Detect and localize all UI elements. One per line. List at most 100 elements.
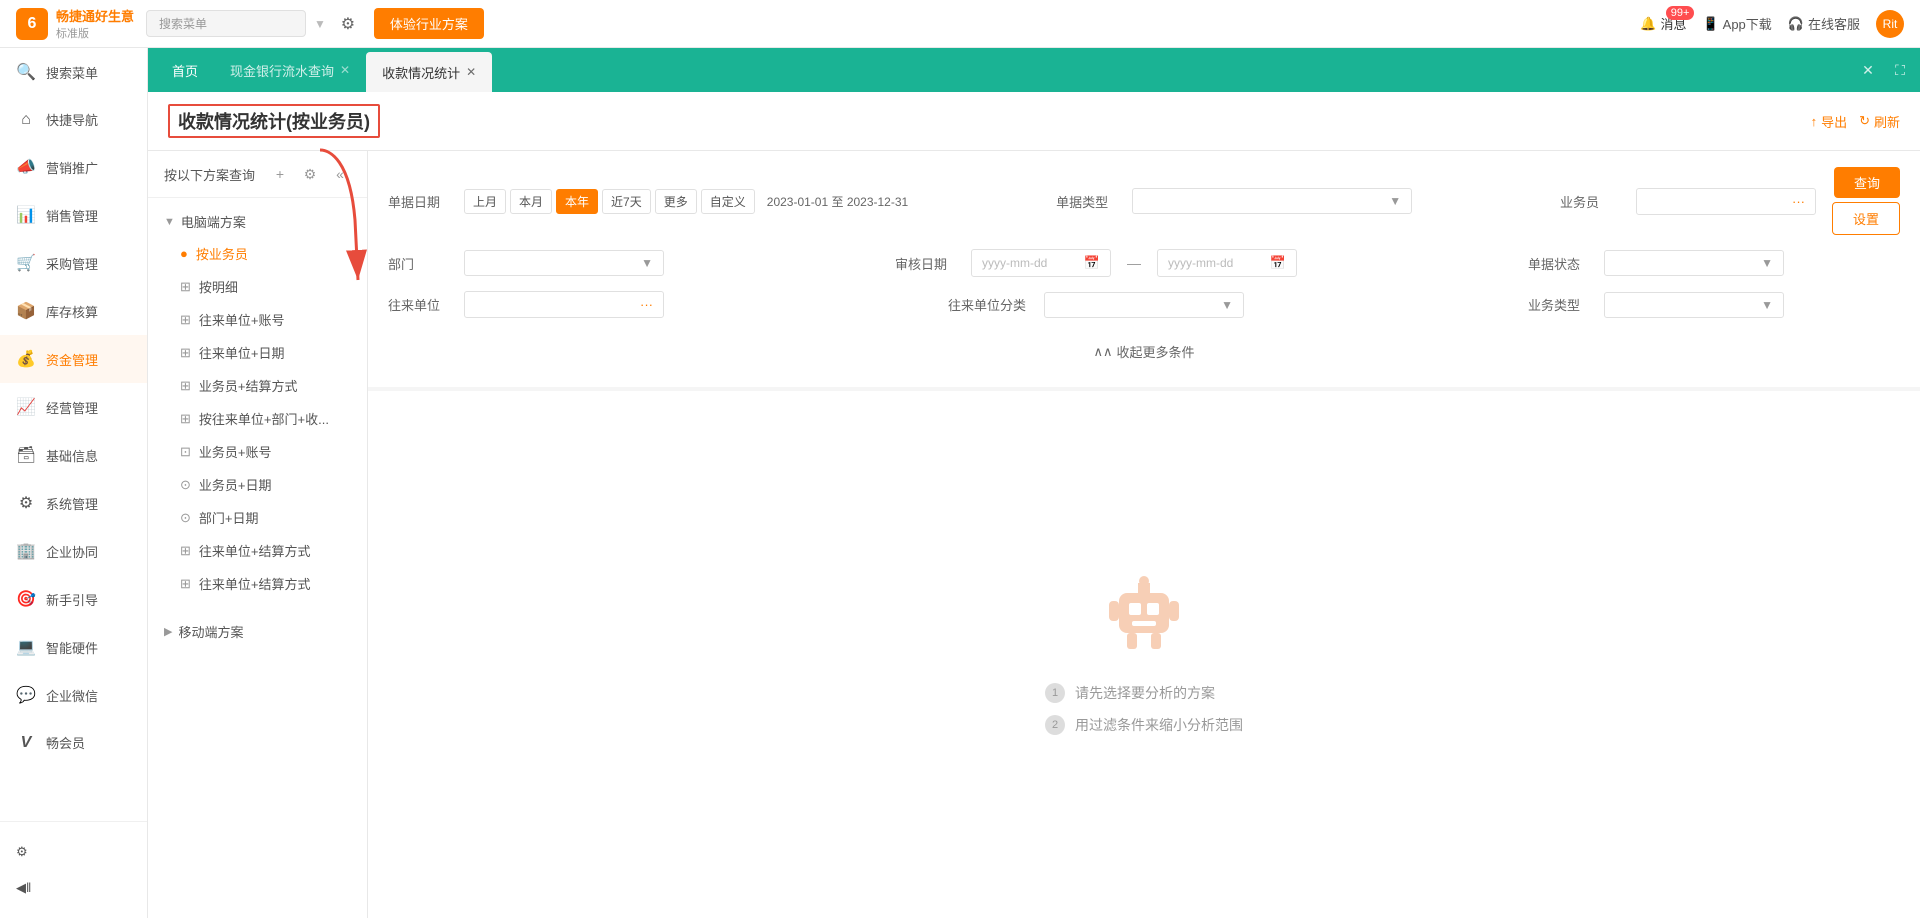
partner-category-select[interactable]: ▼ xyxy=(1044,292,1244,318)
tab-bank[interactable]: 现金银行流水查询 ✕ xyxy=(214,48,366,92)
top-header: 6 畅捷通好生意 标准版 搜索菜单 ▼ ⚙ 体验行业方案 🔔 消息 99+ 📱 … xyxy=(0,0,1920,48)
sidebar-item-basic[interactable]: 🗃 基础信息 xyxy=(0,431,147,479)
doc-status-select[interactable]: ▼ xyxy=(1604,250,1784,276)
trial-button[interactable]: 体验行业方案 xyxy=(374,8,484,39)
partner-select[interactable]: ··· xyxy=(464,291,664,318)
sidebar-item-system[interactable]: ⚙ 系统管理 xyxy=(0,479,147,527)
online-service-action[interactable]: 🎧 在线客服 xyxy=(1788,14,1860,33)
left-panel-title: 按以下方案查询 xyxy=(164,165,255,184)
export-btn[interactable]: ↑ 导出 xyxy=(1811,112,1848,131)
review-date-to[interactable]: yyyy-mm-dd 📅 xyxy=(1157,249,1297,277)
sidebar-label-enterprise: 企业协同 xyxy=(46,542,98,561)
scheme-salesperson-account[interactable]: ⊡ 业务员+账号 xyxy=(148,435,367,468)
date-btn-this-year[interactable]: 本年 xyxy=(556,189,598,214)
user-avatar[interactable]: Rit xyxy=(1876,10,1904,38)
tab-bank-close[interactable]: ✕ xyxy=(340,63,350,77)
close-window-btn[interactable]: ✕ xyxy=(1856,58,1880,82)
logo-area: 6 畅捷通好生意 标准版 xyxy=(16,6,134,41)
date-btn-7days[interactable]: 近7天 xyxy=(602,189,651,214)
salesperson-select[interactable]: ··· xyxy=(1636,188,1816,215)
date-btn-more[interactable]: 更多 xyxy=(655,189,697,214)
doc-type-select[interactable]: ▼ xyxy=(1132,188,1412,214)
basic-icon: 🗃 xyxy=(16,445,36,465)
scheme-partner-date[interactable]: ⊞ 往来单位+日期 xyxy=(148,336,367,369)
scheme-salesperson-settle[interactable]: ⊞ 业务员+结算方式 xyxy=(148,369,367,402)
partner-account-icon: ⊞ xyxy=(180,312,191,328)
tab-collection[interactable]: 收款情况统计 ✕ xyxy=(366,52,492,92)
app-download-action[interactable]: 📱 App下载 xyxy=(1702,14,1771,33)
desktop-scheme-header[interactable]: ▼ 电脑端方案 xyxy=(148,206,367,237)
left-panel: 按以下方案查询 + ⚙ « ▼ 电脑端方案 ● 按业务员 xyxy=(148,151,368,918)
header-dropdown-btn[interactable]: ▼ xyxy=(314,17,326,31)
scheme-partner-settle2[interactable]: ⊞ 往来单位+结算方式 xyxy=(148,567,367,600)
scheme-dept-date-label: 部门+日期 xyxy=(199,508,259,527)
sidebar-item-wechat[interactable]: 💬 企业微信 xyxy=(0,671,147,719)
download-icon: 📱 xyxy=(1702,16,1718,32)
set-button[interactable]: 设置 xyxy=(1832,202,1900,235)
left-panel-actions: + ⚙ « xyxy=(269,163,351,185)
dept-label: 部门 xyxy=(388,254,448,273)
biz-type-select[interactable]: ▼ xyxy=(1604,292,1784,318)
service-icon: 🎧 xyxy=(1788,16,1804,32)
partner-more-btn[interactable]: ··· xyxy=(640,297,653,312)
scheme-partner-account[interactable]: ⊞ 往来单位+账号 xyxy=(148,303,367,336)
sidebar-item-purchase[interactable]: 🛒 采购管理 xyxy=(0,239,147,287)
date-btn-last-month[interactable]: 上月 xyxy=(464,189,506,214)
sidebar-item-settings-bottom[interactable]: ⚙ xyxy=(0,834,147,870)
header-search-box[interactable]: 搜索菜单 xyxy=(146,10,306,37)
partner-label: 往来单位 xyxy=(388,295,448,314)
scheme-by-detail[interactable]: ⊞ 按明细 xyxy=(148,270,367,303)
maximize-window-btn[interactable]: ⛶ xyxy=(1888,58,1912,82)
purchase-icon: 🛒 xyxy=(16,253,36,273)
scheme-by-salesperson[interactable]: ● 按业务员 xyxy=(148,237,367,270)
mobile-scheme-header[interactable]: ▶ 移动端方案 xyxy=(148,616,367,647)
header-left: 6 畅捷通好生意 标准版 搜索菜单 ▼ ⚙ 体验行业方案 xyxy=(16,6,484,41)
sidebar-item-quick-nav[interactable]: ⌂ 快捷导航 xyxy=(0,96,147,143)
sidebar-item-operation[interactable]: 📈 经营管理 xyxy=(0,383,147,431)
collapse-icon: ◀‖ xyxy=(16,880,31,896)
review-date-from[interactable]: yyyy-mm-dd 📅 xyxy=(971,249,1111,277)
dept-chevron-icon: ▼ xyxy=(641,256,653,270)
dept-select[interactable]: ▼ xyxy=(464,250,664,276)
tab-home[interactable]: 首页 xyxy=(156,48,214,92)
partner-date-icon: ⊞ xyxy=(180,345,191,361)
notification-area[interactable]: 🔔 消息 99+ xyxy=(1640,14,1686,33)
sidebar-item-search[interactable]: 🔍 搜索菜单 xyxy=(0,48,147,96)
calendar-from-icon: 📅 xyxy=(1084,255,1100,271)
sidebar-item-member[interactable]: V 畅会员 xyxy=(0,719,147,766)
date-filter-group: 上月 本月 本年 近7天 更多 自定义 2023-01-01 至 2023-12… xyxy=(464,189,908,214)
tab-collection-close[interactable]: ✕ xyxy=(466,65,476,79)
scheme-salesperson-settle-label: 业务员+结算方式 xyxy=(199,376,298,395)
partner-category-chevron-icon: ▼ xyxy=(1221,298,1233,312)
sidebar-label-marketing: 营销推广 xyxy=(46,158,98,177)
sidebar-item-finance[interactable]: 💰 资金管理 xyxy=(0,335,147,383)
settings-icon[interactable]: ⚙ xyxy=(334,10,362,38)
salesperson-account-icon: ⊡ xyxy=(180,444,191,460)
collapse-filter-btn[interactable]: ∧∧ 收起更多条件 xyxy=(388,332,1900,371)
scheme-partner-dept-collect[interactable]: ⊞ 按往来单位+部门+收... xyxy=(148,402,367,435)
scheme-salesperson-date[interactable]: ⊙ 业务员+日期 xyxy=(148,468,367,501)
query-button[interactable]: 查询 xyxy=(1834,167,1900,198)
sidebar-item-marketing[interactable]: 📣 营销推广 xyxy=(0,143,147,191)
step-2-text: 用过滤条件来缩小分析范围 xyxy=(1075,715,1243,735)
collapse-panel-btn[interactable]: « xyxy=(329,163,351,185)
sidebar-label-search: 搜索菜单 xyxy=(46,63,98,82)
date-btn-custom[interactable]: 自定义 xyxy=(701,189,755,214)
sidebar-item-enterprise[interactable]: 🏢 企业协同 xyxy=(0,527,147,575)
sidebar-item-collapse[interactable]: ◀‖ xyxy=(0,870,147,906)
doc-type-chevron-icon: ▼ xyxy=(1389,194,1401,208)
refresh-btn[interactable]: ↻ 刷新 xyxy=(1859,112,1900,131)
sidebar-item-hardware[interactable]: 💻 智能硬件 xyxy=(0,623,147,671)
scheme-settings-btn[interactable]: ⚙ xyxy=(299,163,321,185)
dept-date-icon: ⊙ xyxy=(180,510,191,526)
sidebar-item-inventory[interactable]: 📦 库存核算 xyxy=(0,287,147,335)
detail-scheme-icon: ⊞ xyxy=(180,279,191,295)
sidebar-item-guide[interactable]: 🎯 新手引导 xyxy=(0,575,147,623)
sidebar-item-sales[interactable]: 📊 销售管理 xyxy=(0,191,147,239)
sidebar-label-operation: 经营管理 xyxy=(46,398,98,417)
sidebar-label-wechat: 企业微信 xyxy=(46,686,98,705)
scheme-partner-settle1[interactable]: ⊞ 往来单位+结算方式 xyxy=(148,534,367,567)
scheme-dept-date[interactable]: ⊙ 部门+日期 xyxy=(148,501,367,534)
add-scheme-btn[interactable]: + xyxy=(269,163,291,185)
date-btn-this-month[interactable]: 本月 xyxy=(510,189,552,214)
